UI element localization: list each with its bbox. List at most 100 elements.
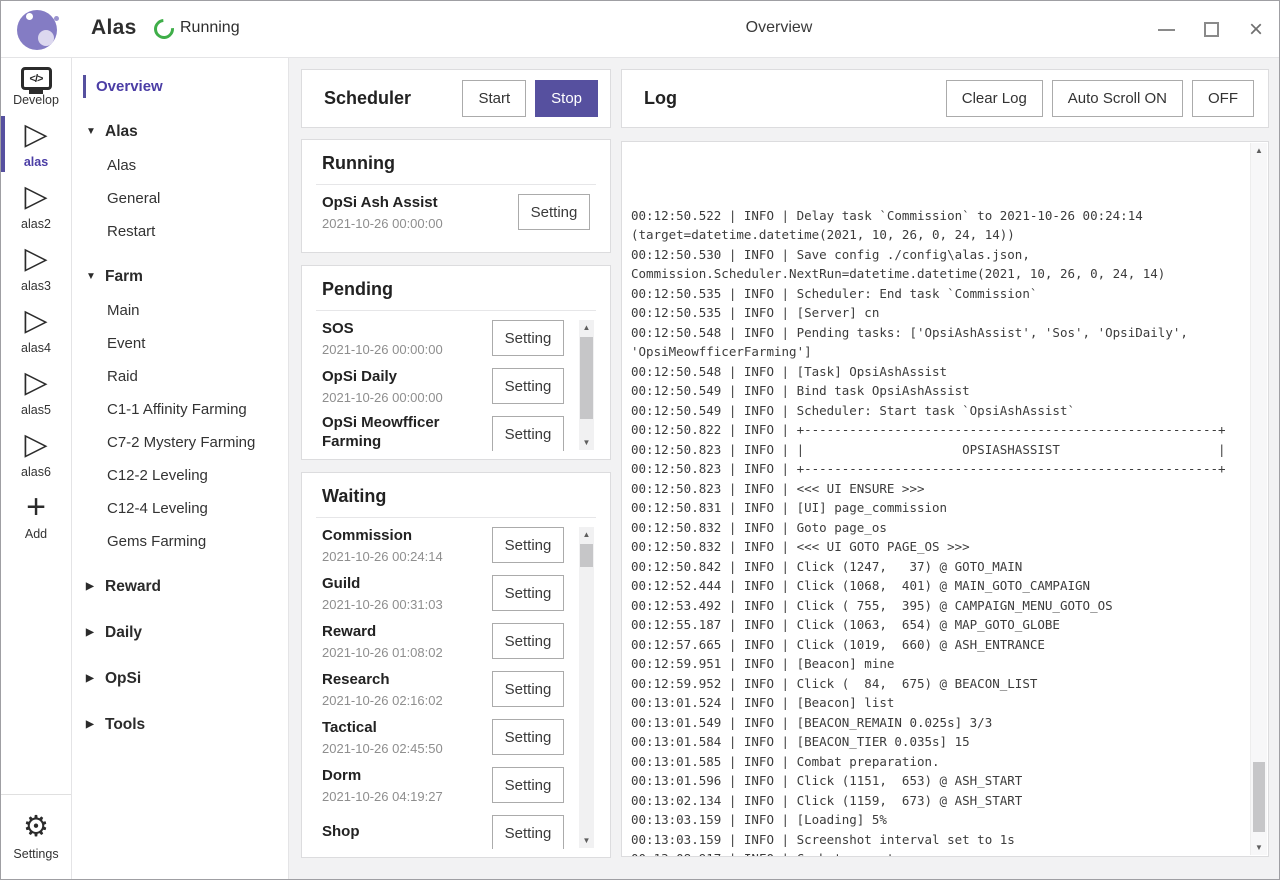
stop-button[interactable]: Stop xyxy=(535,80,598,117)
sidebar-item[interactable]: Overview xyxy=(72,70,288,103)
sidebar-item[interactable]: ▶Tools xyxy=(72,708,288,742)
sidebar-item[interactable]: ▼Farm xyxy=(72,260,288,294)
sidebar-item[interactable]: C1-1 Affinity Farming xyxy=(72,393,288,426)
rail-item[interactable]: Develop xyxy=(1,66,71,113)
sidebar-item-label: Raid xyxy=(107,368,138,385)
auto-scroll-on-button[interactable]: Auto Scroll ON xyxy=(1052,80,1183,117)
task-setting-button[interactable]: Setting xyxy=(492,815,564,849)
rail-item-label: alas6 xyxy=(21,465,51,479)
task-setting-button[interactable]: Setting xyxy=(492,623,564,659)
task-setting-button[interactable]: Setting xyxy=(492,368,564,404)
task-next-run-time: 2021-10-26 02:16:02 xyxy=(322,693,480,708)
sidebar-item[interactable]: Alas xyxy=(72,149,288,182)
log-line: 00:12:52.444 | INFO | Click (1068, 401) … xyxy=(631,576,1250,596)
main-area: Scheduler Start Stop Running OpSi Ash As… xyxy=(289,58,1279,879)
sidebar-item-label: Reward xyxy=(105,578,161,595)
rail-item-icon xyxy=(26,490,46,524)
log-line: 00:12:50.832 | INFO | Goto page_os xyxy=(631,518,1250,538)
sidebar-item[interactable]: Event xyxy=(72,327,288,360)
sidebar-item-label: Tools xyxy=(105,716,145,733)
maximize-button[interactable] xyxy=(1202,21,1220,39)
sidebar-item[interactable]: General xyxy=(72,182,288,215)
scroll-down-icon[interactable] xyxy=(1251,840,1267,855)
task-setting-button[interactable]: Setting xyxy=(492,527,564,563)
scrollbar-thumb[interactable] xyxy=(580,337,593,419)
waiting-scrollbar[interactable] xyxy=(579,527,594,848)
scroll-down-icon[interactable] xyxy=(579,833,594,848)
start-button[interactable]: Start xyxy=(462,80,526,117)
gear-icon xyxy=(23,810,49,844)
rail-item-label: alas3 xyxy=(21,279,51,293)
scheduler-panel: Scheduler Start Stop xyxy=(301,69,611,128)
task-setting-button[interactable]: Setting xyxy=(492,719,564,755)
scroll-up-icon[interactable] xyxy=(1251,143,1267,158)
scheduler-title: Scheduler xyxy=(324,88,411,109)
task-next-run-time: 2021-10-26 00:00:00 xyxy=(322,216,480,231)
rail-item[interactable]: alas2 xyxy=(1,175,71,237)
rail-item-label: Develop xyxy=(13,93,59,107)
scroll-down-icon[interactable] xyxy=(579,435,594,450)
log-line: Commission.Scheduler.NextRun=datetime.da… xyxy=(631,264,1250,284)
task-name: Shop xyxy=(322,822,480,841)
sidebar-item[interactable]: Gems Farming xyxy=(72,525,288,558)
task-name: OpSi Daily xyxy=(322,367,480,386)
rail-item-icon xyxy=(21,67,52,90)
task-next-run-time: 2021-10-26 02:45:50 xyxy=(322,741,480,756)
task-name: OpSi Ash Assist xyxy=(322,193,480,212)
pending-task-list: SOS 2021-10-26 00:00:00 Setting OpSi Dai… xyxy=(302,311,610,451)
task-setting-button[interactable]: Setting xyxy=(518,194,590,230)
task-next-run-time: 2021-10-26 01:08:02 xyxy=(322,645,480,660)
log-line: 00:12:50.831 | INFO | [UI] page_commissi… xyxy=(631,498,1250,518)
task-setting-button[interactable]: Setting xyxy=(492,416,564,451)
sidebar-item[interactable]: ▼Alas xyxy=(72,115,288,149)
log-line: 00:13:01.585 | INFO | Combat preparation… xyxy=(631,752,1250,772)
scrollbar-thumb[interactable] xyxy=(580,544,593,567)
rail-item[interactable]: alas3 xyxy=(1,237,71,299)
sidebar-item[interactable]: ▶Reward xyxy=(72,570,288,604)
pending-scrollbar[interactable] xyxy=(579,320,594,450)
task-setting-button[interactable]: Setting xyxy=(492,671,564,707)
sidebar-item-label: OpSi xyxy=(105,670,141,687)
sidebar-item-label: Overview xyxy=(96,78,163,95)
rail-item[interactable]: alas xyxy=(1,113,71,175)
log-scrollbar[interactable] xyxy=(1250,143,1267,855)
clear-log-button[interactable]: Clear Log xyxy=(946,80,1043,117)
sidebar-item[interactable]: C12-4 Leveling xyxy=(72,492,288,525)
log-line: 00:12:50.549 | INFO | Scheduler: Start t… xyxy=(631,401,1250,421)
rail-item-icon xyxy=(24,242,47,276)
rail-item[interactable]: alas4 xyxy=(1,299,71,361)
scroll-up-icon[interactable] xyxy=(579,527,594,542)
sidebar-item-label: C7-2 Mystery Farming xyxy=(107,434,255,451)
sidebar-item-label: C12-2 Leveling xyxy=(107,467,208,484)
log-title: Log xyxy=(644,88,677,109)
running-status: Running xyxy=(180,19,240,37)
scroll-up-icon[interactable] xyxy=(579,320,594,335)
sidebar-item[interactable]: Restart xyxy=(72,215,288,248)
log-line: 00:13:01.549 | INFO | [BEACON_REMAIN 0.0… xyxy=(631,713,1250,733)
sidebar-item[interactable]: C12-2 Leveling xyxy=(72,459,288,492)
sidebar-item[interactable]: C7-2 Mystery Farming xyxy=(72,426,288,459)
minimize-button[interactable] xyxy=(1157,21,1175,39)
expander-triangle-icon: ▶ xyxy=(86,627,105,638)
title-bar: Alas Running Overview × xyxy=(1,1,1279,58)
auto-scroll-off-button[interactable]: OFF xyxy=(1192,80,1254,117)
sidebar-item[interactable]: Raid xyxy=(72,360,288,393)
task-name: Dorm xyxy=(322,766,480,785)
task-setting-button[interactable]: Setting xyxy=(492,575,564,611)
rail-item[interactable]: Add xyxy=(1,485,71,547)
sidebar-item[interactable]: ▶Daily xyxy=(72,616,288,650)
rail-item[interactable]: alas6 xyxy=(1,423,71,485)
task-row: Commission 2021-10-26 00:24:14 Setting xyxy=(322,520,564,568)
sidebar-item[interactable]: ▶OpSi xyxy=(72,662,288,696)
task-name: Guild xyxy=(322,574,480,593)
task-row: OpSi Meowfficer Farming Setting xyxy=(322,409,564,451)
settings-button[interactable]: Settings xyxy=(1,805,71,867)
sidebar-item[interactable]: Main xyxy=(72,294,288,327)
sidebar-item-label: C1-1 Affinity Farming xyxy=(107,401,247,418)
rail-item[interactable]: alas5 xyxy=(1,361,71,423)
task-setting-button[interactable]: Setting xyxy=(492,320,564,356)
task-row: Dorm 2021-10-26 04:19:27 Setting xyxy=(322,760,564,808)
scrollbar-thumb[interactable] xyxy=(1253,762,1265,832)
task-setting-button[interactable]: Setting xyxy=(492,767,564,803)
close-button[interactable]: × xyxy=(1247,21,1265,39)
